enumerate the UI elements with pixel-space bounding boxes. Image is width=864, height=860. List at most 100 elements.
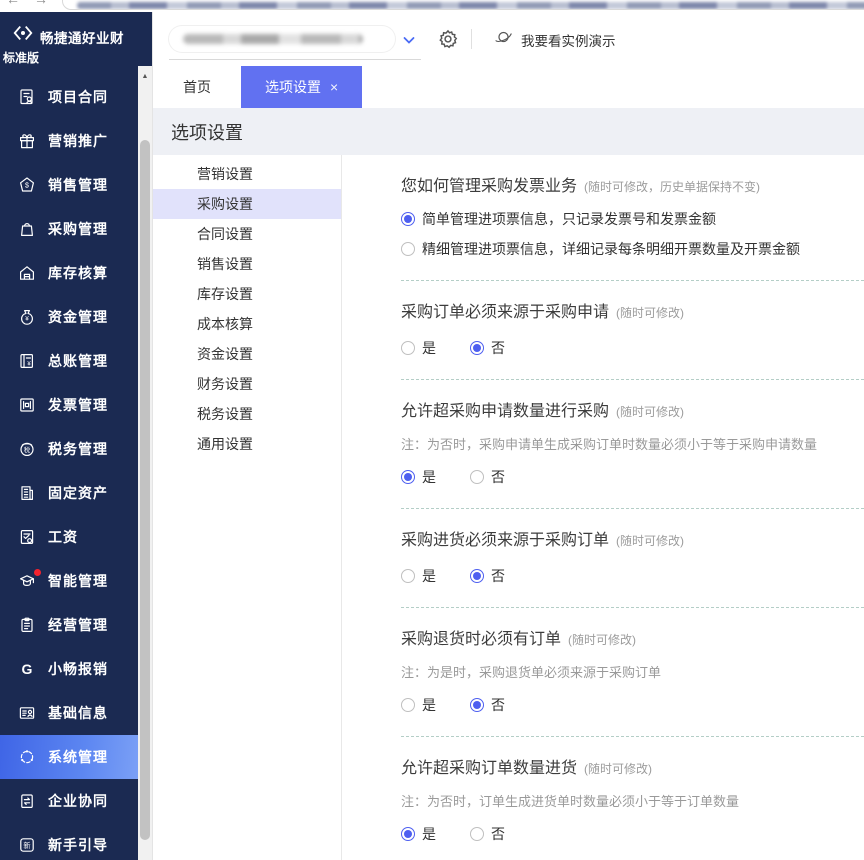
radio-label: 否 — [491, 826, 505, 842]
workspace-name-blurred — [169, 26, 395, 52]
radio-group: 是否 — [401, 824, 864, 844]
newbie-guide-icon: 新 — [17, 835, 37, 855]
submenu-item-0[interactable]: 营销设置 — [153, 159, 341, 189]
submenu-item-4[interactable]: 库存设置 — [153, 279, 341, 309]
marketing-icon — [17, 131, 37, 151]
radio-unselected-icon — [401, 698, 415, 712]
sidebar-item-funds-management[interactable]: ¥ 资金管理 — [0, 295, 138, 339]
sidebar-item-tax-management[interactable]: 税 税务管理 — [0, 427, 138, 471]
sales-icon: $ — [17, 175, 37, 195]
fixed-assets-icon — [17, 483, 37, 503]
submenu-item-5[interactable]: 成本核算 — [153, 309, 341, 339]
browser-url-blur — [77, 2, 864, 9]
sidebar-item-label: 基础信息 — [48, 705, 108, 721]
sidebar-item-operations-management[interactable]: 经营管理 — [0, 603, 138, 647]
radio-unselected-icon — [401, 341, 415, 355]
radio-option[interactable]: 是 — [401, 824, 436, 844]
browser-back-icon[interactable]: ← — [6, 0, 20, 8]
section-hint: (随时可修改) — [584, 762, 653, 776]
system-management-icon — [17, 747, 37, 767]
radio-label: 是 — [422, 826, 436, 842]
setting-section: 采购退货时必须有订单 (随时可修改) 注：为是时，采购退货单必须来源于采购订单是否 — [401, 608, 864, 737]
section-title: 允许超采购申请数量进行采购 — [401, 403, 610, 420]
radio-label: 是 — [422, 340, 436, 356]
section-title: 采购订单必须来源于采购申请 — [401, 304, 610, 321]
browser-forward-icon[interactable]: → — [34, 0, 48, 8]
section-hint: (随时可修改) — [568, 633, 637, 647]
radio-option[interactable]: 是 — [401, 338, 436, 358]
sidebar-item-newbie-guide[interactable]: 新 新手引导 — [0, 823, 138, 860]
setting-section: 采购进货必须来源于采购订单 (随时可修改) 是否 — [401, 509, 864, 608]
sidebar-item-xiaochang-expense[interactable]: G 小畅报销 — [0, 647, 138, 691]
radio-option[interactable]: 否 — [470, 695, 505, 715]
sidebar-item-enterprise-collab[interactable]: 企业协同 — [0, 779, 138, 823]
submenu-item-2[interactable]: 合同设置 — [153, 219, 341, 249]
sidebar-item-label: 采购管理 — [48, 221, 108, 237]
project-contract-icon — [17, 87, 37, 107]
radio-option[interactable]: 是 — [401, 566, 436, 586]
workspace-name-blur — [183, 34, 363, 44]
page-title-bar: 选项设置 — [153, 108, 864, 155]
submenu-item-7[interactable]: 财务设置 — [153, 369, 341, 399]
submenu-item-1[interactable]: 采购设置 — [153, 189, 341, 219]
scroll-up-arrow-icon[interactable]: ▲ — [138, 70, 152, 84]
sidebar-item-fixed-assets[interactable]: 固定资产 — [0, 471, 138, 515]
top-toolbar: 我要看实例演示 — [153, 12, 864, 66]
sidebar-item-label: 资金管理 — [48, 309, 108, 325]
radio-group: 简单管理进项票信息，只记录发票号和发票金额 精细管理进项票信息，详细记录每条明细开… — [401, 209, 864, 259]
section-hint: (随时可修改，历史单据保持不变) — [584, 180, 761, 194]
radio-option[interactable]: 精细管理进项票信息，详细记录每条明细开票数量及开票金额 — [401, 239, 864, 259]
tab-close-icon[interactable]: × — [330, 80, 338, 94]
tab-home-label: 首页 — [183, 79, 211, 95]
tab-option-settings[interactable]: 选项设置 × — [241, 66, 363, 108]
radio-label: 是 — [422, 568, 436, 584]
radio-label: 否 — [491, 568, 505, 584]
submenu-item-9[interactable]: 通用设置 — [153, 429, 341, 459]
chevron-down-icon[interactable] — [401, 32, 417, 53]
radio-option[interactable]: 否 — [470, 824, 505, 844]
sidebar-item-payroll[interactable]: 工资 — [0, 515, 138, 559]
radio-option[interactable]: 是 — [401, 695, 436, 715]
settings-sections: 您如何管理采购发票业务 (随时可修改，历史单据保持不变) 简单管理进项票信息，只记录… — [342, 155, 864, 860]
sidebar-item-system-management[interactable]: 系统管理 — [0, 735, 138, 779]
submenu-item-8[interactable]: 税务设置 — [153, 399, 341, 429]
workspace-selector[interactable] — [169, 22, 421, 60]
content-area: 营销设置 采购设置 合同设置 销售设置 库存设置 成本核算 资金设置 财务设置 税务设置 通用设置… — [153, 155, 864, 860]
sidebar-item-smart-management[interactable]: 智能管理 — [0, 559, 138, 603]
notification-dot — [34, 569, 41, 576]
sidebar-item-general-ledger[interactable]: ¥ 总账管理 — [0, 339, 138, 383]
sidebar-item-inventory-accounting[interactable]: 库存核算 — [0, 251, 138, 295]
toolbar-divider — [471, 29, 472, 49]
submenu-item-6[interactable]: 资金设置 — [153, 339, 341, 369]
radio-option[interactable]: 否 — [470, 566, 505, 586]
sidebar-item-invoice-management[interactable]: 发票管理 — [0, 383, 138, 427]
submenu-item-3[interactable]: 销售设置 — [153, 249, 341, 279]
settings-gear-button[interactable] — [437, 28, 459, 50]
sidebar-scrollbar[interactable]: ▲ — [138, 66, 152, 860]
radio-option[interactable]: 是 — [401, 467, 436, 487]
radio-unselected-icon — [401, 569, 415, 583]
radio-option[interactable]: 简单管理进项票信息，只记录发票号和发票金额 — [401, 209, 864, 229]
payroll-icon — [17, 527, 37, 547]
sidebar-item-purchase-management[interactable]: 采购管理 — [0, 207, 138, 251]
radio-option[interactable]: 否 — [470, 338, 505, 358]
demo-link[interactable]: 我要看实例演示 — [493, 28, 616, 51]
radio-selected-icon — [470, 341, 484, 355]
tax-icon: 税 — [17, 439, 37, 459]
tab-bar: 首页 选项设置 × — [153, 66, 864, 108]
section-note: 注：为是时，采购退货单必须来源于采购订单 — [401, 665, 662, 680]
sidebar-scrollbar-thumb[interactable] — [140, 140, 150, 840]
section-title: 您如何管理采购发票业务 — [401, 178, 578, 195]
sidebar-item-marketing-promo[interactable]: 营销推广 — [0, 119, 138, 163]
sidebar-item-basic-info[interactable]: 基础信息 — [0, 691, 138, 735]
sidebar-item-project-contract[interactable]: 项目合同 — [0, 75, 138, 119]
section-hint: (随时可修改) — [616, 306, 685, 320]
tab-option-settings-label: 选项设置 — [265, 79, 321, 95]
radio-group: 是否 — [401, 695, 864, 715]
sidebar-item-sales-management[interactable]: $ 销售管理 — [0, 163, 138, 207]
sidebar-item-label: 发票管理 — [48, 397, 108, 413]
browser-address-bar[interactable] — [62, 0, 864, 10]
sidebar-item-label: 工资 — [48, 529, 78, 545]
tab-home[interactable]: 首页 — [161, 66, 233, 108]
radio-option[interactable]: 否 — [470, 467, 505, 487]
